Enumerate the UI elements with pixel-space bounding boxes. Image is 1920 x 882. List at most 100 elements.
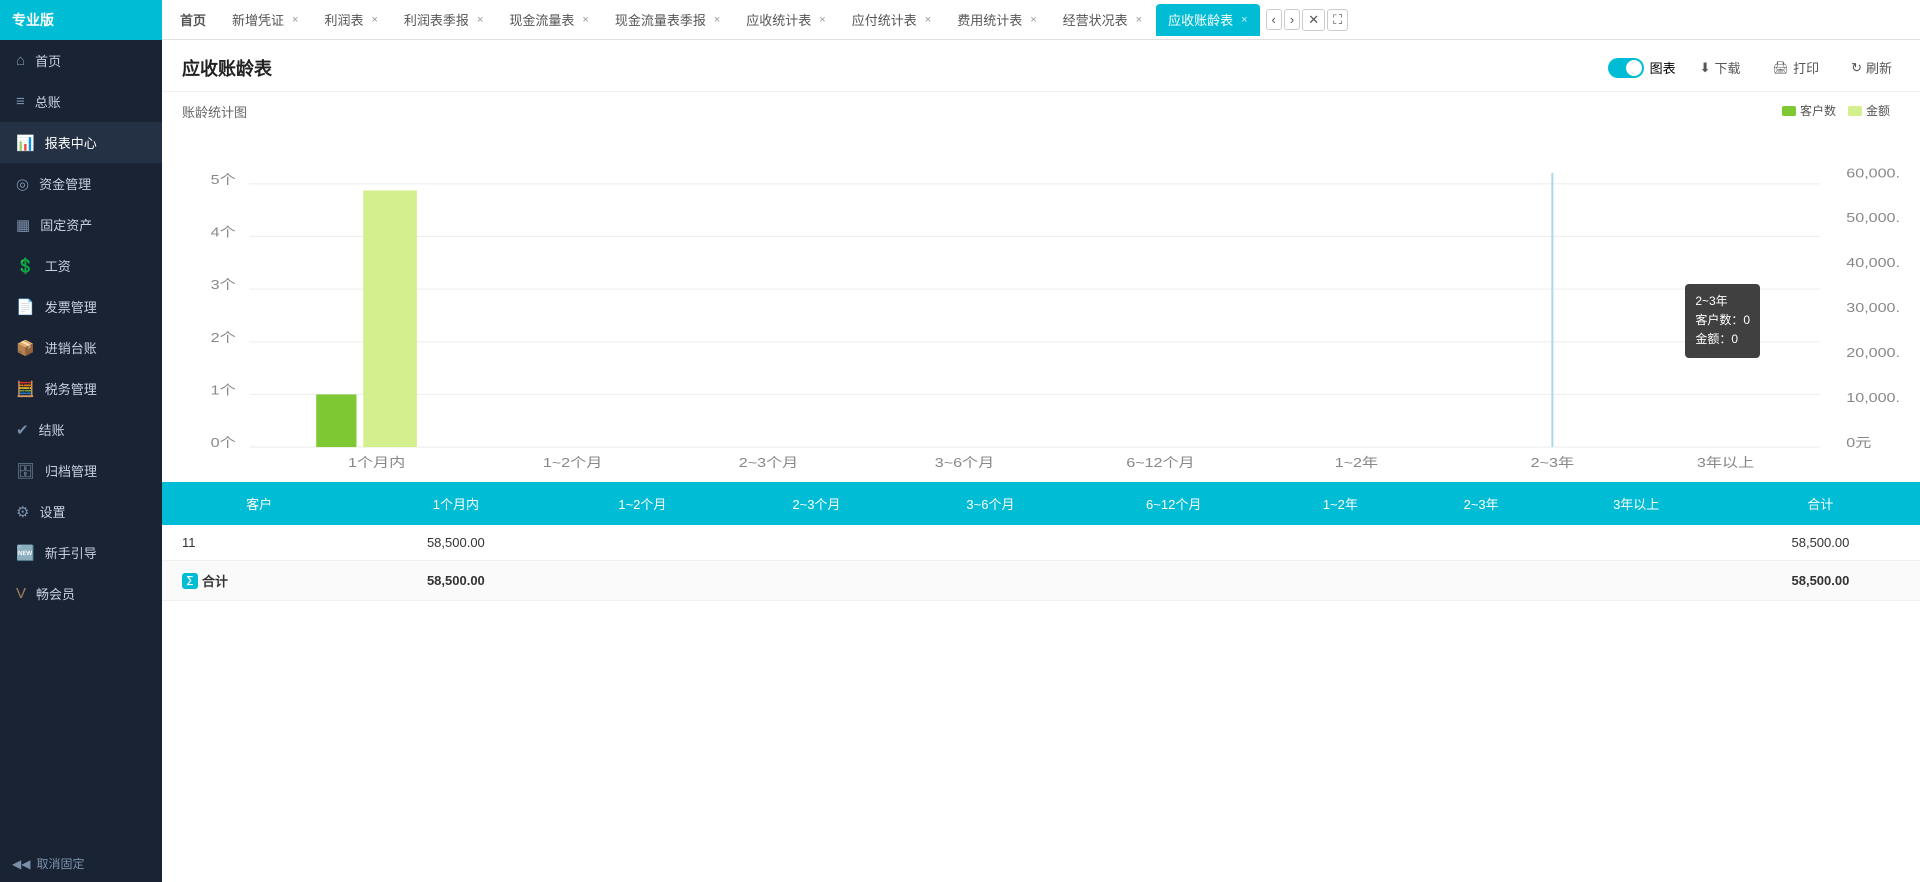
assets-icon: ▦: [16, 216, 30, 234]
td-total-m612: [1077, 561, 1270, 601]
tab-profit[interactable]: 利润表 ×: [312, 4, 389, 36]
print-icon: 🖨: [1773, 60, 1790, 76]
sidebar-label-checkout: 结账: [39, 420, 65, 439]
td-total: 58,500.00: [1721, 525, 1920, 561]
td-total-y23: [1411, 561, 1552, 601]
td-total-y12: [1270, 561, 1411, 601]
sidebar-label-home: 首页: [35, 51, 61, 70]
chart-toggle[interactable]: 图表: [1608, 58, 1676, 78]
svg-text:2个: 2个: [211, 330, 236, 345]
sidebar-item-member[interactable]: V 畅会员: [0, 573, 162, 614]
tab-new-voucher[interactable]: 新增凭证 ×: [220, 4, 310, 36]
sidebar-label-sales: 进销台账: [45, 338, 97, 357]
main-content: 首页 新增凭证 × 利润表 × 利润表季报 × 现金流量表 × 现金流量表季报 …: [162, 0, 1920, 882]
td-total-y3plus: [1552, 561, 1721, 601]
toggle-track[interactable]: [1608, 58, 1644, 78]
svg-text:40,000.00元: 40,000.00元: [1846, 256, 1900, 270]
tab-cashflow-label: 现金流量表: [509, 10, 574, 29]
tab-ar-aging-label: 应收账龄表: [1168, 10, 1233, 29]
refresh-button[interactable]: ↻ 刷新: [1843, 54, 1900, 81]
close-cashflow-quarterly[interactable]: ×: [714, 14, 720, 26]
refresh-label: 刷新: [1866, 58, 1892, 77]
svg-text:1~2个月: 1~2个月: [543, 455, 602, 469]
close-profit-quarterly[interactable]: ×: [477, 14, 483, 26]
th-total: 合计: [1721, 482, 1920, 525]
member-icon: V: [16, 585, 26, 602]
legend-amount: 金额: [1848, 102, 1890, 119]
td-total-m36: [903, 561, 1077, 601]
sidebar-item-reports[interactable]: 📊 报表中心: [0, 122, 162, 163]
total-row: ∑ 合计 58,500.00 58,500.00: [162, 561, 1920, 601]
close-profit[interactable]: ×: [371, 14, 377, 26]
sidebar-item-sales[interactable]: 📦 进销台账: [0, 327, 162, 368]
close-business-status[interactable]: ×: [1136, 14, 1142, 26]
sidebar-label-salary: 工资: [45, 256, 71, 275]
download-label: 下载: [1715, 58, 1741, 77]
tab-cashflow[interactable]: 现金流量表 ×: [497, 4, 600, 36]
tab-prev-button[interactable]: ‹: [1266, 9, 1282, 30]
sidebar-item-assets[interactable]: ▦ 固定资产: [0, 204, 162, 245]
reports-icon: 📊: [16, 134, 35, 152]
tab-home[interactable]: 首页: [168, 4, 218, 36]
svg-text:1个月内: 1个月内: [348, 455, 405, 469]
td-total-sum: 58,500.00: [1721, 561, 1920, 601]
funds-icon: ◎: [16, 175, 29, 193]
th-customer: 客户: [162, 482, 356, 525]
archive-icon: 🗄: [16, 462, 35, 480]
tab-next-button[interactable]: ›: [1284, 9, 1300, 30]
close-ap-stats[interactable]: ×: [925, 14, 931, 26]
td-customer: 11: [162, 525, 356, 561]
tab-cashflow-quarterly[interactable]: 现金流量表季报 ×: [603, 4, 732, 36]
svg-text:3~6个月: 3~6个月: [935, 455, 994, 469]
svg-text:2~3个月: 2~3个月: [739, 455, 798, 469]
page-actions: 图表 ⬇ 下载 🖨 打印 ↻ 刷新: [1608, 54, 1900, 81]
total-label-text: 合计: [202, 571, 228, 590]
close-ar-stats[interactable]: ×: [819, 14, 825, 26]
td-total-m1: 58,500.00: [356, 561, 555, 601]
tab-ap-stats[interactable]: 应付统计表 ×: [840, 4, 943, 36]
sidebar-item-invoice[interactable]: 📄 发票管理: [0, 286, 162, 327]
tab-expand-button[interactable]: ⛶: [1327, 9, 1348, 31]
home-icon: ⌂: [16, 52, 25, 69]
settings-icon: ⚙: [16, 503, 29, 521]
svg-text:5个: 5个: [211, 172, 236, 187]
close-new-voucher[interactable]: ×: [292, 14, 298, 26]
page-header: 应收账龄表 图表 ⬇ 下载 🖨 打印 ↻ 刷新: [162, 40, 1920, 92]
svg-text:0元: 0元: [1846, 436, 1871, 450]
close-expense-stats[interactable]: ×: [1030, 14, 1036, 26]
tab-ar-stats[interactable]: 应收统计表 ×: [734, 4, 837, 36]
close-ar-aging[interactable]: ×: [1241, 14, 1247, 26]
sidebar-label-invoice: 发票管理: [45, 297, 97, 316]
sidebar-item-guide[interactable]: 🆕 新手引导: [0, 532, 162, 573]
close-cashflow[interactable]: ×: [582, 14, 588, 26]
toggle-label: 图表: [1650, 58, 1676, 77]
td-m612: [1077, 525, 1270, 561]
sidebar-item-salary[interactable]: 💲 工资: [0, 245, 162, 286]
sales-icon: 📦: [16, 339, 35, 357]
tab-expense-stats[interactable]: 费用统计表 ×: [945, 4, 1048, 36]
sidebar-pin-toggle[interactable]: ◀◀ 取消固定: [0, 845, 162, 882]
legend-customers-box: [1782, 106, 1796, 116]
svg-text:50,000.00元: 50,000.00元: [1846, 211, 1900, 225]
td-total-m23: [729, 561, 903, 601]
print-button[interactable]: 🖨 打印: [1765, 54, 1828, 81]
sidebar-label-tax: 税务管理: [45, 379, 97, 398]
tabbar: 首页 新增凭证 × 利润表 × 利润表季报 × 现金流量表 × 现金流量表季报 …: [162, 0, 1920, 40]
td-m12: [555, 525, 729, 561]
legend-amount-box: [1848, 106, 1862, 116]
tab-close-all-button[interactable]: ✕: [1302, 9, 1325, 31]
sidebar-item-checkout[interactable]: ✔ 结账: [0, 409, 162, 450]
refresh-icon: ↻: [1851, 60, 1862, 76]
sidebar-item-tax[interactable]: 🧮 税务管理: [0, 368, 162, 409]
sidebar-item-archive[interactable]: 🗄 归档管理: [0, 450, 162, 491]
ar-aging-table: 客户 1个月内 1~2个月 2~3个月 3~6个月 6~12个月 1~2年 2~…: [162, 482, 1920, 601]
svg-text:10,000.00元: 10,000.00元: [1846, 391, 1900, 405]
tab-business-status[interactable]: 经营状况表 ×: [1051, 4, 1154, 36]
sidebar-item-home[interactable]: ⌂ 首页: [0, 40, 162, 81]
tab-ar-aging[interactable]: 应收账龄表 ×: [1156, 4, 1259, 36]
sidebar-item-ledger[interactable]: ≡ 总账: [0, 81, 162, 122]
sidebar-item-settings[interactable]: ⚙ 设置: [0, 491, 162, 532]
tab-profit-quarterly[interactable]: 利润表季报 ×: [392, 4, 495, 36]
download-button[interactable]: ⬇ 下载: [1692, 54, 1749, 81]
sidebar-item-funds[interactable]: ◎ 资金管理: [0, 163, 162, 204]
